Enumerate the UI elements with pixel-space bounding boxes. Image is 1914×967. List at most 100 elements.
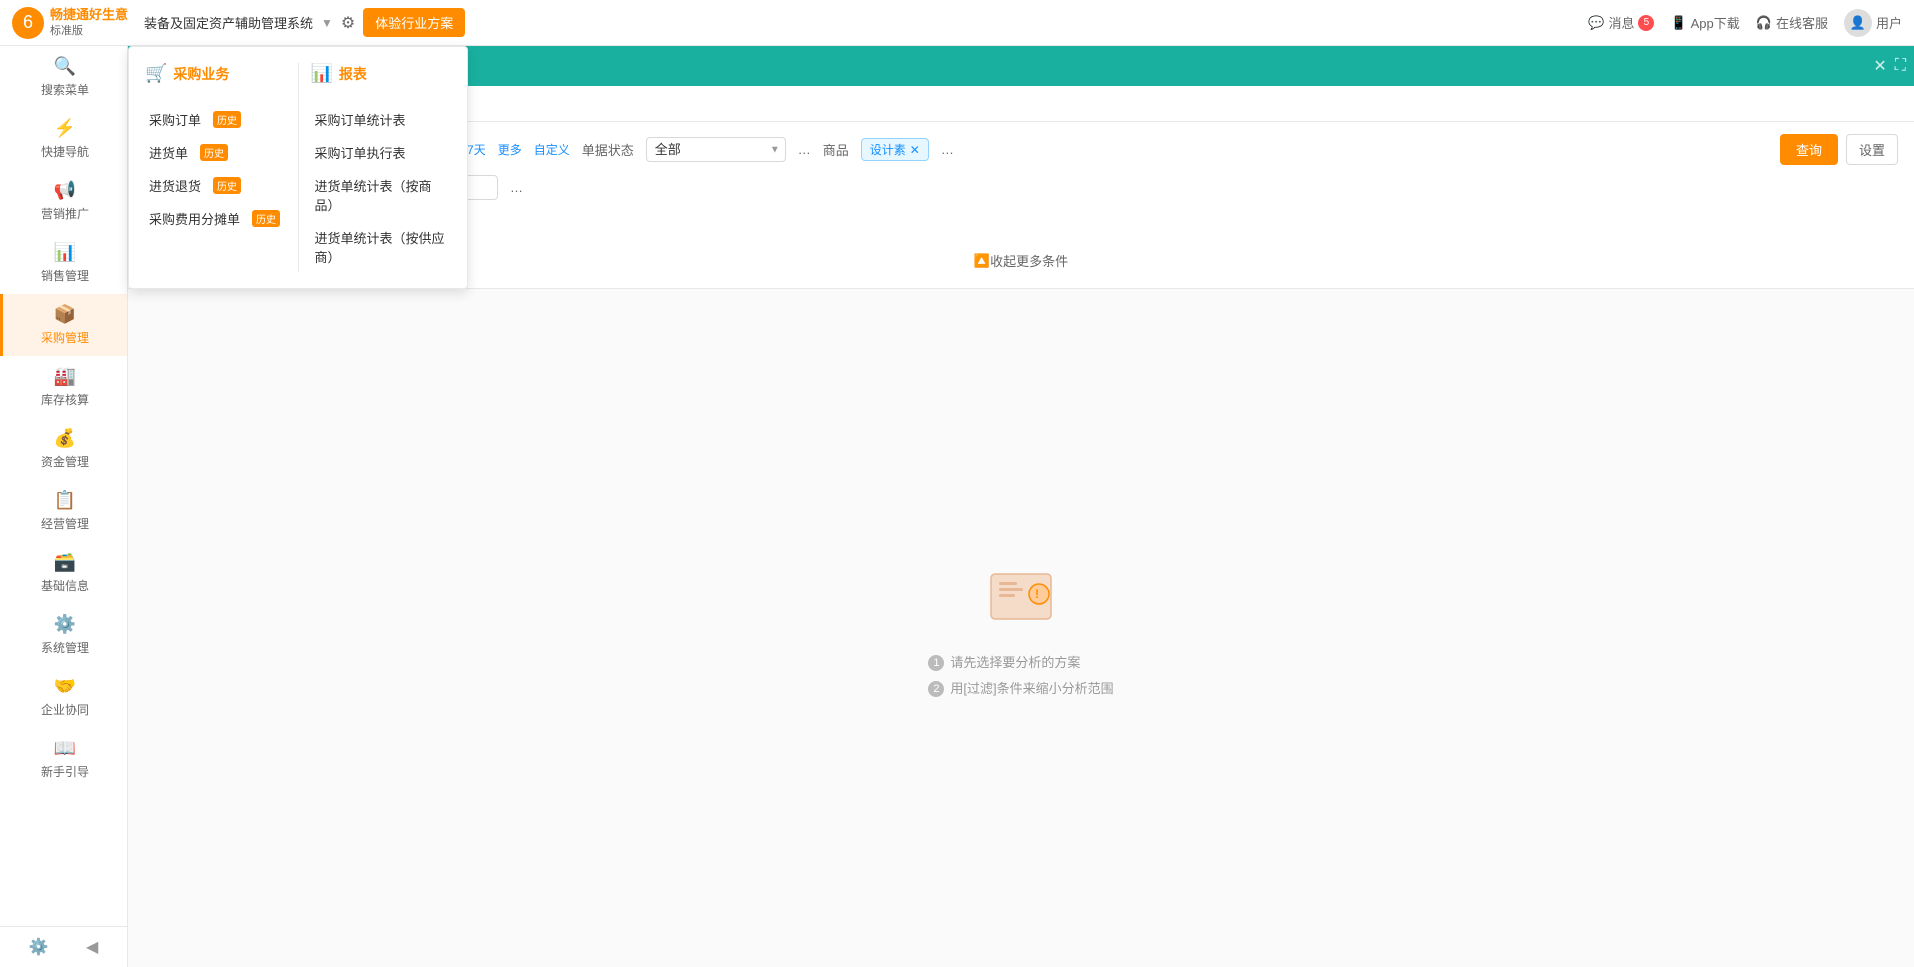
tip-item-1: 1 请先选择要分析的方案 [928, 650, 1113, 676]
sidebar-collapse-icon[interactable]: ◀ [86, 937, 98, 957]
sidebar-item-guide[interactable]: 📖 新手引导 [0, 728, 127, 790]
sidebar-label-enterprise: 企业协同 [41, 701, 89, 718]
industry-button[interactable]: 体验行业方案 [363, 8, 465, 37]
return-label: 进货退货 [149, 176, 201, 195]
sidebar-item-quick[interactable]: ⚡ 快捷导航 [0, 108, 127, 170]
empty-state: ! 1 请先选择要分析的方案 2 用[过滤]条件来缩小分析范围 [128, 289, 1914, 967]
sidebar-label-search: 搜索菜单 [41, 81, 89, 98]
sidebar-item-marketing[interactable]: 📢 营销推广 [0, 170, 127, 232]
sidebar-item-enterprise[interactable]: 🤝 企业协同 [0, 666, 127, 728]
date-custom[interactable]: 自定义 [534, 141, 570, 158]
menu-item-expense[interactable]: 采购费用分摊单 历史 [145, 203, 286, 234]
system-icon: ⚙️ [54, 614, 76, 635]
report-section: 📊 报表 采购订单统计表 采购订单执行表 进货单统计表（按商品） 进货单统计表（… [311, 63, 452, 272]
voucher-status-label: 单据状态 [582, 140, 634, 159]
menu-item-order-exec[interactable]: 采购订单执行表 [311, 137, 452, 168]
system-name: 装备及固定资产辅助管理系统 [144, 13, 313, 32]
menu-item-incoming[interactable]: 进货单 历史 [145, 137, 286, 168]
collapse-icon: 🔼 [974, 253, 990, 269]
system-area: 装备及固定资产辅助管理系统 ▼ ⚙ 体验行业方案 [144, 8, 1588, 37]
system-dropdown-arrow[interactable]: ▼ [321, 16, 333, 30]
voucher-status-wrap: 全部 [646, 137, 786, 162]
voucher-status-dots[interactable]: … [798, 142, 811, 157]
menu-item-goods-stats[interactable]: 进货单统计表（按商品） [311, 170, 452, 220]
tab-maximize-icon[interactable]: ⛶ [1895, 57, 1906, 75]
query-button[interactable]: 查询 [1780, 134, 1838, 165]
sidebar-settings-icon[interactable]: ⚙️ [29, 937, 49, 957]
collapse-label: 收起更多条件 [990, 251, 1068, 270]
purchase-dropdown-menu: 🛒 采购业务 采购订单 历史 进货单 历史 进货退货 历史 采购费用分摊单 [128, 46, 468, 289]
date-more[interactable]: 更多 [498, 141, 522, 158]
incoming-label: 进货单 [149, 143, 188, 162]
top-bar-right: 💬 消息 5 📱 App下载 🎧 在线客服 👤 用户 [1588, 9, 1902, 37]
notification-label: 消息 [1608, 13, 1634, 32]
logo-icon: 6 [12, 7, 44, 39]
online-service-action[interactable]: 🎧 在线客服 [1756, 13, 1828, 32]
sidebar-item-operations[interactable]: 📋 经营管理 [0, 480, 127, 542]
tip-text-2: 用[过滤]条件来缩小分析范围 [950, 676, 1113, 702]
tab-bar-right: ✕ ⛶ [1873, 56, 1914, 76]
expense-history[interactable]: 历史 [252, 210, 280, 227]
incoming-history[interactable]: 历史 [200, 144, 228, 161]
order-stats-label: 采购订单统计表 [315, 110, 406, 129]
salesperson-dots[interactable]: … [510, 180, 523, 195]
top-bar: 6 畅捷通好生意 标准版 装备及固定资产辅助管理系统 ▼ ⚙ 体验行业方案 💬 … [0, 0, 1914, 46]
svg-text:!: ! [1035, 587, 1039, 601]
settings-button[interactable]: 设置 [1846, 134, 1898, 165]
menu-item-purchase-order[interactable]: 采购订单 历史 [145, 104, 286, 135]
app-download-action[interactable]: 📱 App下载 [1670, 13, 1739, 32]
tab-close-window-icon[interactable]: ✕ [1873, 56, 1886, 76]
logo-text: 畅捷通好生意 标准版 [50, 7, 128, 38]
menu-item-order-stats[interactable]: 采购订单统计表 [311, 104, 452, 135]
settings-icon[interactable]: ⚙ [341, 13, 355, 33]
tip-item-2: 2 用[过滤]条件来缩小分析范围 [928, 676, 1113, 702]
menu-divider [298, 63, 299, 272]
notification-count: 5 [1638, 15, 1654, 31]
marketing-icon: 📢 [54, 180, 76, 201]
tip-num-2: 2 [928, 681, 944, 697]
inventory-icon: 🏭 [54, 366, 76, 387]
purchase-section-label: 采购业务 [173, 64, 229, 84]
sidebar-item-system[interactable]: ⚙️ 系统管理 [0, 604, 127, 666]
goods-tag-close[interactable]: ✕ [910, 143, 920, 157]
brand-name: 畅捷通好生意 [50, 7, 128, 24]
sidebar-item-finance[interactable]: 💰 资金管理 [0, 418, 127, 480]
goods-dots[interactable]: … [941, 142, 954, 157]
logo-area: 6 畅捷通好生意 标准版 [12, 7, 128, 39]
menu-item-return[interactable]: 进货退货 历史 [145, 170, 286, 201]
supplier-stats-label: 进货单统计表（按供应商） [315, 228, 448, 266]
sidebar-label-sales: 销售管理 [41, 267, 89, 284]
sidebar-bottom: ⚙️ ◀ [0, 926, 127, 967]
headset-icon: 🎧 [1756, 15, 1772, 31]
order-exec-label: 采购订单执行表 [315, 143, 406, 162]
menu-item-supplier-stats[interactable]: 进货单统计表（按供应商） [311, 222, 452, 272]
sidebar-label-system: 系统管理 [41, 639, 89, 656]
purchase-order-label: 采购订单 [149, 110, 201, 129]
sidebar-item-inventory[interactable]: 🏭 库存核算 [0, 356, 127, 418]
notification-action[interactable]: 💬 消息 5 [1588, 13, 1654, 32]
purchase-section: 🛒 采购业务 采购订单 历史 进货单 历史 进货退货 历史 采购费用分摊单 [145, 63, 286, 272]
app-download-label: App下载 [1691, 13, 1740, 32]
report-section-icon: 📊 [311, 63, 333, 84]
purchase-menu-items: 采购订单 历史 进货单 历史 进货退货 历史 采购费用分摊单 历史 [145, 104, 286, 234]
user-avatar: 👤 [1844, 9, 1872, 37]
purchase-order-history[interactable]: 历史 [213, 111, 241, 128]
app-container: 6 畅捷通好生意 标准版 装备及固定资产辅助管理系统 ▼ ⚙ 体验行业方案 💬 … [0, 0, 1914, 967]
sidebar-item-sales[interactable]: 📊 销售管理 [0, 232, 127, 294]
sidebar-label-finance: 资金管理 [41, 453, 89, 470]
user-action[interactable]: 👤 用户 [1844, 9, 1902, 37]
operations-icon: 📋 [54, 490, 76, 511]
sidebar-item-purchase[interactable]: 📦 采购管理 [0, 294, 127, 356]
sidebar-label-marketing: 营销推广 [41, 205, 89, 222]
basic-icon: 🗃️ [54, 552, 76, 573]
sidebar-item-search[interactable]: 🔍 搜索菜单 [0, 46, 127, 108]
quick-icon: ⚡ [54, 118, 76, 139]
sidebar-label-basic: 基础信息 [41, 577, 89, 594]
sidebar-item-basic[interactable]: 🗃️ 基础信息 [0, 542, 127, 604]
online-service-label: 在线客服 [1776, 13, 1828, 32]
message-icon: 💬 [1588, 15, 1604, 31]
voucher-status-select[interactable]: 全部 [646, 137, 786, 162]
sidebar-label-guide: 新手引导 [41, 763, 89, 780]
return-history[interactable]: 历史 [213, 177, 241, 194]
purchase-section-icon: 🛒 [145, 63, 167, 84]
